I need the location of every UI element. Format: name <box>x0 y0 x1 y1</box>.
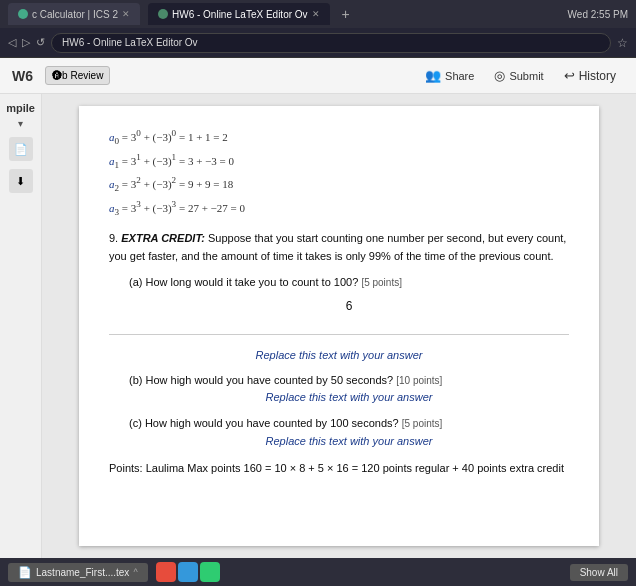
submit-icon: ◎ <box>494 68 505 83</box>
part-c-replace: Replace this text with your answer <box>129 433 569 451</box>
forward-button[interactable]: ▷ <box>22 36 30 49</box>
browser-tab-bar: c Calculator | ICS 2 ✕ HW6 - Online LaTe… <box>0 0 636 28</box>
math-line-1: a1 = 31 + (−3)1 = 3 + −3 = 0 <box>109 150 569 174</box>
problem-9-number: 9. <box>109 232 121 244</box>
file-name: Lastname_First....tex <box>36 567 129 578</box>
points-summary: Points: Laulima Max points 160 = 10 × 8 … <box>109 460 569 477</box>
tab-latex-label: HW6 - Online LaTeX Editor Ov <box>172 9 308 20</box>
dock-icons <box>156 562 220 582</box>
submit-button[interactable]: ◎ Submit <box>486 64 551 87</box>
points-summary-text: Points: Laulima Max points 160 = 10 × 8 … <box>109 462 564 474</box>
part-a-points: [5 points] <box>361 277 402 288</box>
add-tab-button[interactable]: + <box>338 6 354 22</box>
address-input[interactable] <box>51 33 611 53</box>
compile-icon: 🅐b <box>52 70 68 81</box>
history-label: History <box>579 69 616 83</box>
tab-calculator-label: c Calculator | ICS 2 <box>32 9 118 20</box>
show-all-button[interactable]: Show All <box>570 564 628 581</box>
user-label: mpile <box>6 102 35 114</box>
bottom-bar: 📄 Lastname_First....tex ^ Show All <box>0 558 636 586</box>
part-c-question: How high would you have counted by 100 s… <box>145 417 399 429</box>
part-c-replace-text: Replace this text with your answer <box>266 435 433 447</box>
history-button[interactable]: ↩ History <box>556 64 624 87</box>
problem-9-title: EXTRA CREDIT: <box>121 232 205 244</box>
dropdown-arrow[interactable]: ▾ <box>18 118 23 129</box>
share-label: Share <box>445 70 474 82</box>
section-divider <box>109 334 569 335</box>
math-line-0: a0 = 30 + (−3)0 = 1 + 1 = 2 <box>109 126 569 150</box>
file-type-icon: 📄 <box>18 566 32 579</box>
download-icon-button[interactable]: ⬇ <box>9 169 33 193</box>
share-icon: 👥 <box>425 68 441 83</box>
part-b-question: How high would you have counted by 50 se… <box>146 374 394 386</box>
back-button[interactable]: ◁ <box>8 36 16 49</box>
tab-calculator-close[interactable]: ✕ <box>122 9 130 19</box>
math-line-3: a3 = 33 + (−3)3 = 27 + −27 = 0 <box>109 197 569 221</box>
part-c-points: [5 points] <box>402 418 443 429</box>
refresh-button[interactable]: ↺ <box>36 36 45 49</box>
file-icon-button[interactable]: 📄 <box>9 137 33 161</box>
address-bar: ◁ ▷ ↺ ☆ <box>0 28 636 58</box>
tab-latex-close[interactable]: ✕ <box>312 9 320 19</box>
compile-button[interactable]: 🅐b Review <box>45 66 110 85</box>
problem-9-part-c: (c) How high would you have counted by 1… <box>129 415 569 450</box>
part-b-replace-text: Replace this text with your answer <box>266 391 433 403</box>
part-c-label: (c) <box>129 417 145 429</box>
problem-9-part-b: (b) How high would you have counted by 5… <box>129 372 569 407</box>
math-line-2: a2 = 32 + (−3)2 = 9 + 9 = 18 <box>109 173 569 197</box>
part-b-replace: Replace this text with your answer <box>129 389 569 407</box>
part-b-label: (b) <box>129 374 146 386</box>
calc-tab-icon <box>18 9 28 19</box>
time-display: Wed 2:55 PM <box>568 9 628 20</box>
tab-latex[interactable]: HW6 - Online LaTeX Editor Ov ✕ <box>148 3 330 25</box>
file-tab[interactable]: 📄 Lastname_First....tex ^ <box>8 563 148 582</box>
replace-text-main: Replace this text with your answer <box>256 349 423 361</box>
part-a-question: How long would it take you to count to 1… <box>146 276 359 288</box>
bookmark-icon[interactable]: ☆ <box>617 36 628 50</box>
history-icon: ↩ <box>564 68 575 83</box>
compile-section: 🅐b Review <box>45 66 110 85</box>
document-page: a0 = 30 + (−3)0 = 1 + 1 = 2 a1 = 31 + (−… <box>79 106 599 546</box>
compile-label: Review <box>71 70 104 81</box>
doc-content: a0 = 30 + (−3)0 = 1 + 1 = 2 a1 = 31 + (−… <box>42 94 636 558</box>
dock-icon-1[interactable] <box>156 562 176 582</box>
part-a-answer: 6 <box>129 291 569 322</box>
latex-tab-icon <box>158 9 168 19</box>
editor-area: mpile ▾ 📄 ⬇ a0 = 30 + (−3)0 = 1 + 1 = 2 … <box>0 94 636 558</box>
app-toolbar: W6 🅐b Review 👥 Share ◎ Submit ↩ History <box>0 58 636 94</box>
share-button[interactable]: 👥 Share <box>417 64 482 87</box>
submit-label: Submit <box>509 70 543 82</box>
part-b-points: [10 points] <box>396 375 442 386</box>
dock-icon-3[interactable] <box>200 562 220 582</box>
math-block: a0 = 30 + (−3)0 = 1 + 1 = 2 a1 = 31 + (−… <box>109 126 569 220</box>
tab-calculator[interactable]: c Calculator | ICS 2 ✕ <box>8 3 140 25</box>
problem-9: 9. EXTRA CREDIT: Suppose that you start … <box>109 230 569 265</box>
file-arrow-icon[interactable]: ^ <box>133 567 137 577</box>
sidebar-user[interactable]: mpile ▾ <box>6 102 35 129</box>
problem-9-part-a: (a) How long would it take you to count … <box>129 274 569 323</box>
dock-icon-2[interactable] <box>178 562 198 582</box>
left-sidebar: mpile ▾ 📄 ⬇ <box>0 94 42 558</box>
app-name: W6 <box>12 68 33 84</box>
replace-placeholder-main: Replace this text with your answer <box>109 347 569 364</box>
part-a-label: (a) <box>129 276 146 288</box>
